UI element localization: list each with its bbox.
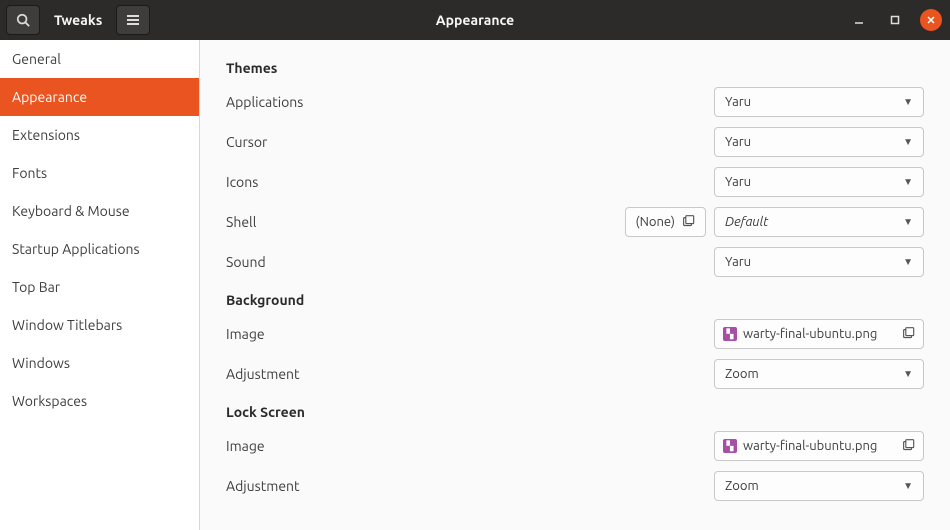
window-controls [848,0,942,40]
open-file-icon [681,215,695,229]
file-button-bg-image-value: warty-final-ubuntu.png [743,327,895,341]
combo-ls-adjustment-value: Zoom [725,479,903,493]
close-button[interactable] [920,9,942,31]
row-bg-adjustment: Adjustment Zoom ▼ [226,354,924,394]
file-button-bg-image[interactable]: ▚ warty-final-ubuntu.png [714,319,924,349]
chevron-down-icon: ▼ [903,176,913,188]
combo-sound[interactable]: Yaru ▼ [714,247,924,277]
chevron-down-icon: ▼ [903,256,913,268]
combo-ls-adjustment[interactable]: Zoom ▼ [714,471,924,501]
file-button-ls-image-value: warty-final-ubuntu.png [743,439,895,453]
label-shell: Shell [226,214,256,230]
chevron-down-icon: ▼ [903,96,913,108]
row-icons: Icons Yaru ▼ [226,162,924,202]
row-ls-image: Image ▚ warty-final-ubuntu.png [226,426,924,466]
chevron-down-icon: ▼ [903,216,913,228]
label-bg-adjustment: Adjustment [226,366,300,382]
image-file-icon: ▚ [723,439,737,453]
sidebar-item-startup-applications[interactable]: Startup Applications [0,230,199,268]
chevron-down-icon: ▼ [903,368,913,380]
minimize-icon [854,15,864,25]
shell-none-button[interactable]: (None) [625,207,706,237]
minimize-button[interactable] [848,9,870,31]
sidebar-item-appearance[interactable]: Appearance [0,78,199,116]
content: Themes Applications Yaru ▼ Cursor Yaru ▼ [200,40,950,530]
open-file-icon [901,327,915,341]
combo-applications[interactable]: Yaru ▼ [714,87,924,117]
sidebar-item-window-titlebars[interactable]: Window Titlebars [0,306,199,344]
section-title-background: Background [226,292,924,308]
label-icons: Icons [226,174,258,190]
file-button-ls-image[interactable]: ▚ warty-final-ubuntu.png [714,431,924,461]
sidebar-item-extensions[interactable]: Extensions [0,116,199,154]
row-ls-adjustment: Adjustment Zoom ▼ [226,466,924,506]
titlebar: Tweaks Appearance [0,0,950,40]
search-icon [16,13,30,27]
page-title: Appearance [436,12,514,28]
label-applications: Applications [226,94,303,110]
label-bg-image: Image [226,326,265,342]
combo-cursor[interactable]: Yaru ▼ [714,127,924,157]
sidebar-item-windows[interactable]: Windows [0,344,199,382]
section-title-lockscreen: Lock Screen [226,404,924,420]
close-icon [926,15,936,25]
row-cursor: Cursor Yaru ▼ [226,122,924,162]
label-sound: Sound [226,254,266,270]
combo-bg-adjustment-value: Zoom [725,367,903,381]
row-shell: Shell (None) Default ▼ [226,202,924,242]
hamburger-icon [126,14,140,26]
label-cursor: Cursor [226,134,267,150]
sidebar-item-general[interactable]: General [0,40,199,78]
shell-none-label: (None) [636,215,675,229]
combo-sound-value: Yaru [725,255,903,269]
titlebar-left: Tweaks [0,5,200,35]
combo-icons-value: Yaru [725,175,903,189]
row-bg-image: Image ▚ warty-final-ubuntu.png [226,314,924,354]
combo-bg-adjustment[interactable]: Zoom ▼ [714,359,924,389]
combo-shell[interactable]: Default ▼ [714,207,924,237]
row-sound: Sound Yaru ▼ [226,242,924,282]
chevron-down-icon: ▼ [903,136,913,148]
search-button[interactable] [6,5,40,35]
row-applications: Applications Yaru ▼ [226,82,924,122]
app-name: Tweaks [54,12,102,28]
label-ls-adjustment: Adjustment [226,478,300,494]
image-file-icon: ▚ [723,327,737,341]
combo-shell-value: Default [725,215,903,229]
open-file-icon [901,439,915,453]
sidebar-item-workspaces[interactable]: Workspaces [0,382,199,420]
sidebar-item-top-bar[interactable]: Top Bar [0,268,199,306]
menu-button[interactable] [116,5,150,35]
sidebar-item-keyboard-mouse[interactable]: Keyboard & Mouse [0,192,199,230]
chevron-down-icon: ▼ [903,480,913,492]
combo-applications-value: Yaru [725,95,903,109]
section-title-themes: Themes [226,60,924,76]
maximize-button[interactable] [884,9,906,31]
maximize-icon [890,15,900,25]
combo-icons[interactable]: Yaru ▼ [714,167,924,197]
label-ls-image: Image [226,438,265,454]
combo-cursor-value: Yaru [725,135,903,149]
sidebar: General Appearance Extensions Fonts Keyb… [0,40,200,530]
sidebar-item-fonts[interactable]: Fonts [0,154,199,192]
